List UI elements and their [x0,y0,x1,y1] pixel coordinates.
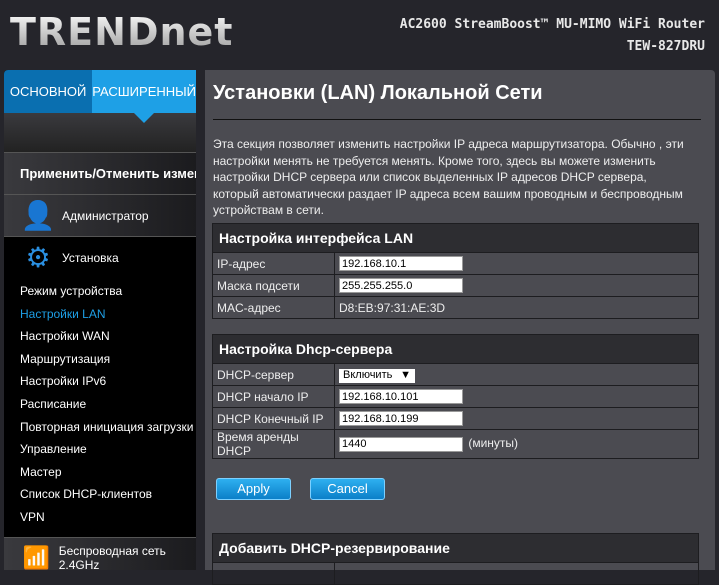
sidebar-item-wireless-24[interactable]: 📶 Беспроводная сеть 2.4GHz [4,536,196,570]
section-title: Добавить DHCP-резервирование [212,533,699,563]
mask-label: Маска подсети [212,274,335,297]
sidebar-subitem[interactable]: Список DHCP-клиентов [4,483,196,506]
dhcp-server-label: DHCP-сервер [212,363,335,386]
subnet-mask-input[interactable] [339,278,463,294]
lan-settings-table: Настройка интерфейса LAN IP-адрес Маска … [212,223,699,319]
gears-icon: ⚙ [25,242,51,273]
sidebar-subitem[interactable]: Управление [4,438,196,461]
dhcp-start-label: DHCP начало IP [212,385,335,408]
page-description: Эта секция позволяет изменить настройки … [213,137,684,217]
dhcp-end-label: DHCP Конечный IP [212,407,335,430]
dhcp-server-select[interactable]: Включить ▼ [339,368,415,383]
sidebar-item-admin[interactable]: 👤 Администратор [4,194,196,236]
tab-basic[interactable]: ОСНОВНОЙ [4,70,93,113]
sidebar-subitem[interactable]: Маршрутизация [4,348,196,371]
sidebar-subitem[interactable]: Настройки LAN [4,303,196,326]
trendnet-logo: TRENDnet [10,10,234,54]
lease-time-input[interactable] [339,436,463,452]
wifi-icon: 📶 [22,545,51,570]
dhcp-start-input[interactable] [339,389,463,405]
admin-icon: 👤 [20,200,56,231]
sidebar-subitem[interactable]: Режим устройства [4,280,196,303]
main-panel: Установки (LAN) Локальной Сети Эта секци… [205,70,715,585]
sidebar-subitem[interactable]: VPN [4,506,196,529]
sidebar-subitem[interactable]: Мастер [4,461,196,484]
sidebar-subitem[interactable]: Расписание [4,393,196,416]
selected-value: Включить [343,368,393,381]
product-name: AC2600 StreamBoost™ MU-MIMO WiFi Router [399,17,705,32]
sidebar-subitem[interactable]: Настройки IPv6 [4,370,196,393]
lease-label: Время аренды DHCP [212,429,335,459]
tab-advanced[interactable]: РАСШИРЕННЫЙ [92,70,196,123]
dhcp-reservation-table: Добавить DHCP-резервирование [212,533,699,585]
page-title: Установки (LAN) Локальной Сети [213,82,543,104]
divider [213,119,701,120]
mac-address-value: D8:EB:97:31:AE:3D [334,296,699,319]
product-info: AC2600 StreamBoost™ MU-MIMO WiFi Router … [400,14,705,58]
lease-unit: (минуты) [468,436,519,451]
sidebar-item-label: Администратор [62,208,149,223]
sidebar-item-setup[interactable]: ⚙ Установка [4,236,196,278]
sidebar-subitem[interactable]: Настройки WAN [4,325,196,348]
model-name: TEW-827DRU [626,39,705,54]
section-title: Настройка Dhcp-сервера [212,334,699,364]
dropdown-arrow-icon: ▼ [400,368,411,381]
sidebar-item-label: Беспроводная сеть 2.4GHz [58,544,166,570]
section-title: Настройка интерфейса LAN [212,223,699,253]
cancel-button[interactable]: Cancel [310,478,385,500]
sidebar: ОСНОВНОЙ РАСШИРЕННЫЙ Применить/Отменить … [4,70,196,570]
sidebar-subitem[interactable]: Повторная инициация загрузки [4,416,196,439]
ip-address-input[interactable] [339,256,463,272]
sidebar-item-label: Установка [62,250,119,265]
dhcp-settings-table: Настройка Dhcp-сервера DHCP-сервер Включи… [212,334,699,459]
dhcp-end-input[interactable] [339,411,463,427]
ip-label: IP-адрес [212,252,335,275]
apply-button[interactable]: Apply [216,478,291,500]
apply-changes-item[interactable]: Применить/Отменить изменения [4,152,196,194]
mac-label: MAC-адрес [212,296,335,319]
